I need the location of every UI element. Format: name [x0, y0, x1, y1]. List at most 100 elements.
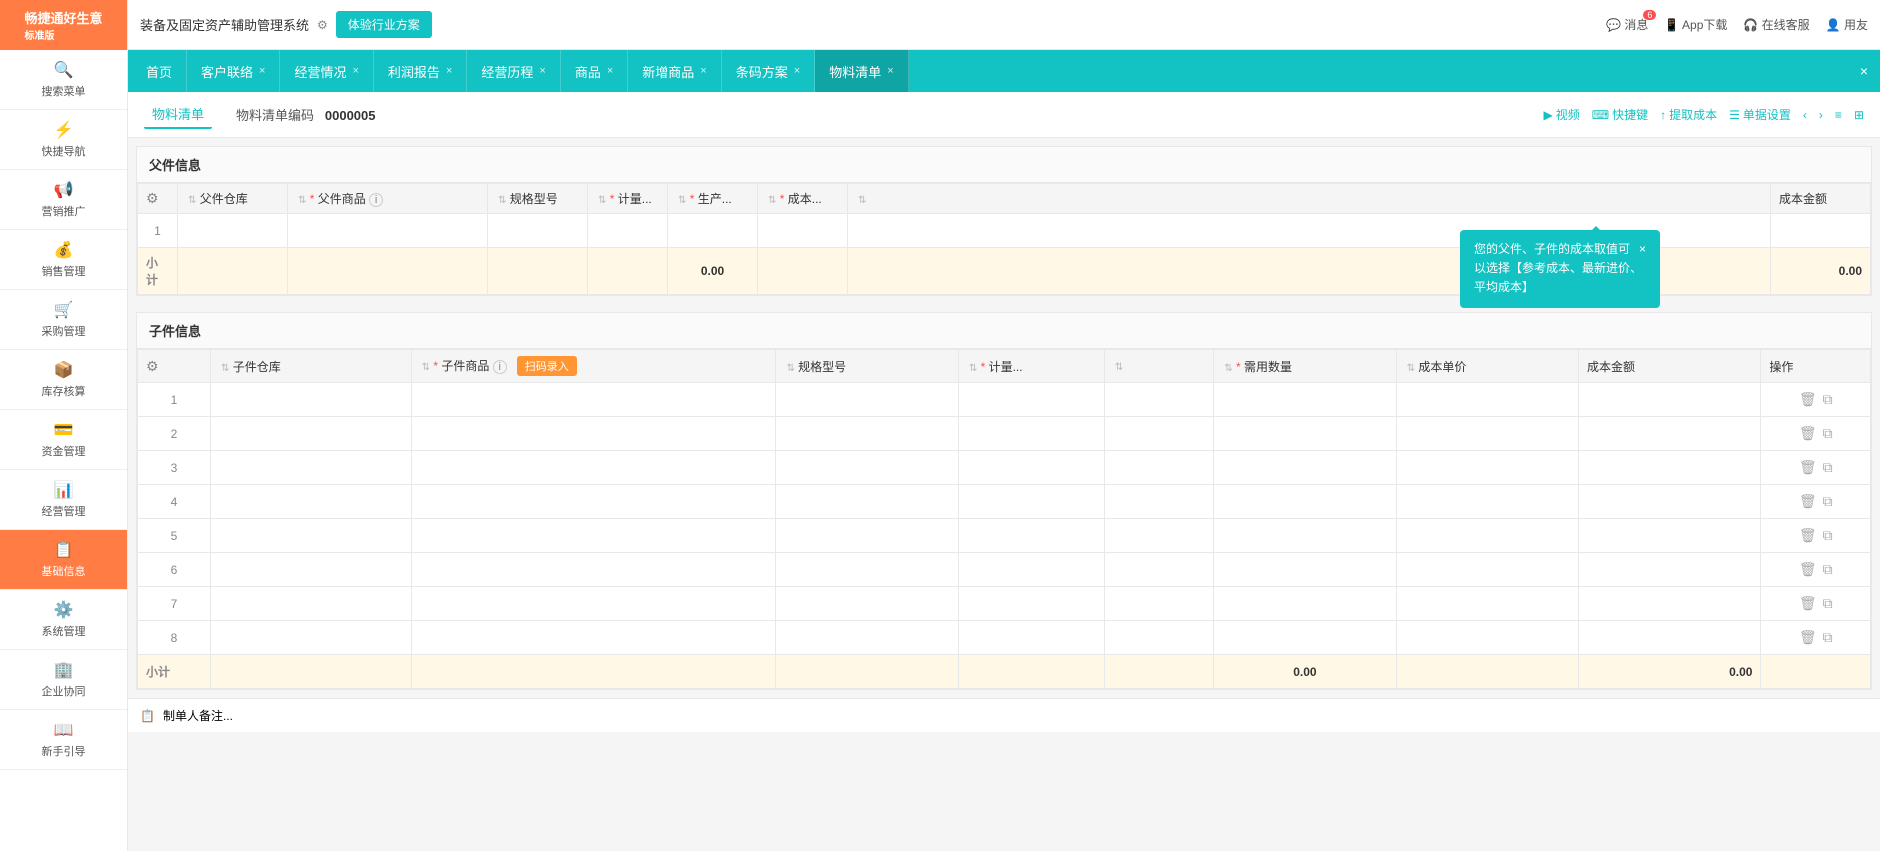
tab-bom[interactable]: 物料清单 × [815, 50, 908, 92]
nav-grid[interactable]: ⊞ [1854, 108, 1864, 122]
child-spec-cell[interactable] [776, 485, 958, 519]
sidebar-item-inventory[interactable]: 📦 库存核算 [0, 350, 127, 410]
sidebar-item-basic-info[interactable]: 📋 基础信息 [0, 530, 127, 590]
child-unitcost-cell[interactable] [1396, 417, 1578, 451]
tab-product[interactable]: 商品 × [561, 50, 628, 92]
child-unit-cell[interactable] [958, 621, 1104, 655]
delete-icon[interactable]: 🗑 [1799, 459, 1817, 476]
copy-icon[interactable]: ⧉ [1823, 459, 1833, 476]
user-item[interactable]: 👤 用友 [1826, 16, 1868, 33]
child-warehouse-cell[interactable] [210, 587, 411, 621]
settings-icon[interactable]: ⚙ [317, 18, 328, 32]
child-unit-cell[interactable] [958, 383, 1104, 417]
sidebar-item-system[interactable]: ⚙️ 系统管理 [0, 590, 127, 650]
extract-cost-action[interactable]: ↑ 提取成本 [1660, 106, 1717, 123]
child-extra-cell[interactable] [1104, 587, 1213, 621]
nav-prev[interactable]: ‹ [1803, 108, 1807, 122]
child-product-cell[interactable] [411, 587, 776, 621]
copy-icon[interactable]: ⧉ [1823, 527, 1833, 544]
child-extra-cell[interactable] [1104, 417, 1213, 451]
delete-icon[interactable]: 🗑 [1799, 425, 1817, 442]
close-icon[interactable]: × [887, 65, 893, 77]
copy-icon[interactable]: ⧉ [1823, 561, 1833, 578]
child-warehouse-cell[interactable] [210, 383, 411, 417]
gear-config-icon[interactable]: ⚙ [146, 190, 159, 206]
shortcut-action[interactable]: ⌨ 快捷键 [1592, 106, 1648, 123]
product-info-icon[interactable]: i [369, 193, 383, 207]
gear-config-icon2[interactable]: ⚙ [146, 358, 159, 374]
child-warehouse-cell[interactable] [210, 553, 411, 587]
copy-icon[interactable]: ⧉ [1823, 493, 1833, 510]
child-unitcost-cell[interactable] [1396, 451, 1578, 485]
nav-list[interactable]: ≡ [1835, 108, 1842, 122]
child-warehouse-cell[interactable] [210, 451, 411, 485]
child-unit-cell[interactable] [958, 587, 1104, 621]
child-spec-cell[interactable] [776, 553, 958, 587]
sidebar-item-marketing[interactable]: 📢 营销推广 [0, 170, 127, 230]
parent-spec-cell[interactable] [488, 214, 588, 248]
child-product-cell[interactable] [411, 621, 776, 655]
child-extra-cell[interactable] [1104, 383, 1213, 417]
child-qty-cell[interactable] [1214, 587, 1396, 621]
tab-customer[interactable]: 客户联络 × [187, 50, 280, 92]
close-icon[interactable]: × [794, 65, 800, 77]
parent-product-cell[interactable] [288, 214, 488, 248]
single-settings-action[interactable]: ☰ 单据设置 [1729, 106, 1791, 123]
th-child-gear[interactable]: ⚙ [138, 350, 211, 383]
app-download-item[interactable]: 📱 App下载 [1664, 16, 1727, 33]
child-unit-cell[interactable] [958, 553, 1104, 587]
sidebar-item-purchase[interactable]: 🛒 采购管理 [0, 290, 127, 350]
copy-icon[interactable]: ⧉ [1823, 595, 1833, 612]
child-product-cell[interactable] [411, 519, 776, 553]
th-gear[interactable]: ⚙ [138, 184, 178, 214]
child-qty-cell[interactable] [1214, 451, 1396, 485]
child-warehouse-cell[interactable] [210, 621, 411, 655]
trial-btn[interactable]: 体验行业方案 [336, 11, 432, 38]
sidebar-item-enterprise[interactable]: 🏢 企业协同 [0, 650, 127, 710]
delete-icon[interactable]: 🗑 [1799, 629, 1817, 646]
close-icon[interactable]: × [539, 65, 545, 77]
tab-home[interactable]: 首页 [132, 50, 187, 92]
delete-icon[interactable]: 🗑 [1799, 561, 1817, 578]
child-qty-cell[interactable] [1214, 519, 1396, 553]
parent-cost-cell[interactable] [758, 214, 848, 248]
scan-btn[interactable]: 扫码录入 [517, 356, 577, 376]
tab-barcode[interactable]: 条码方案 × [722, 50, 815, 92]
close-icon[interactable]: × [700, 65, 706, 77]
child-unitcost-cell[interactable] [1396, 621, 1578, 655]
delete-icon[interactable]: 🗑 [1799, 527, 1817, 544]
child-unitcost-cell[interactable] [1396, 553, 1578, 587]
tooltip-close-btn[interactable]: × [1639, 240, 1646, 259]
sidebar-item-search[interactable]: 🔍 搜索菜单 [0, 50, 127, 110]
tab-operation[interactable]: 经营情况 × [280, 50, 373, 92]
sidebar-item-quicknav[interactable]: ⚡ 快捷导航 [0, 110, 127, 170]
child-product-cell[interactable] [411, 553, 776, 587]
child-unitcost-cell[interactable] [1396, 383, 1578, 417]
child-unit-cell[interactable] [958, 519, 1104, 553]
child-product-cell[interactable] [411, 417, 776, 451]
child-spec-cell[interactable] [776, 383, 958, 417]
child-extra-cell[interactable] [1104, 519, 1213, 553]
child-unitcost-cell[interactable] [1396, 587, 1578, 621]
message-item[interactable]: 💬 6 消息 [1606, 16, 1648, 33]
child-spec-cell[interactable] [776, 587, 958, 621]
child-unitcost-cell[interactable] [1396, 485, 1578, 519]
child-unit-cell[interactable] [958, 417, 1104, 451]
child-unitcost-cell[interactable] [1396, 519, 1578, 553]
child-extra-cell[interactable] [1104, 553, 1213, 587]
copy-icon[interactable]: ⧉ [1823, 425, 1833, 442]
child-warehouse-cell[interactable] [210, 417, 411, 451]
copy-icon[interactable]: ⧉ [1823, 629, 1833, 646]
child-unit-cell[interactable] [958, 451, 1104, 485]
child-product-cell[interactable] [411, 485, 776, 519]
child-qty-cell[interactable] [1214, 383, 1396, 417]
child-spec-cell[interactable] [776, 451, 958, 485]
parent-unit-cell[interactable] [588, 214, 668, 248]
delete-icon[interactable]: 🗑 [1799, 493, 1817, 510]
child-product-info-icon[interactable]: i [493, 360, 507, 374]
close-icon[interactable]: × [352, 65, 358, 77]
sidebar-item-management[interactable]: 📊 经营管理 [0, 470, 127, 530]
tab-new-product[interactable]: 新增商品 × [628, 50, 721, 92]
child-extra-cell[interactable] [1104, 621, 1213, 655]
tab-history[interactable]: 经营历程 × [467, 50, 560, 92]
